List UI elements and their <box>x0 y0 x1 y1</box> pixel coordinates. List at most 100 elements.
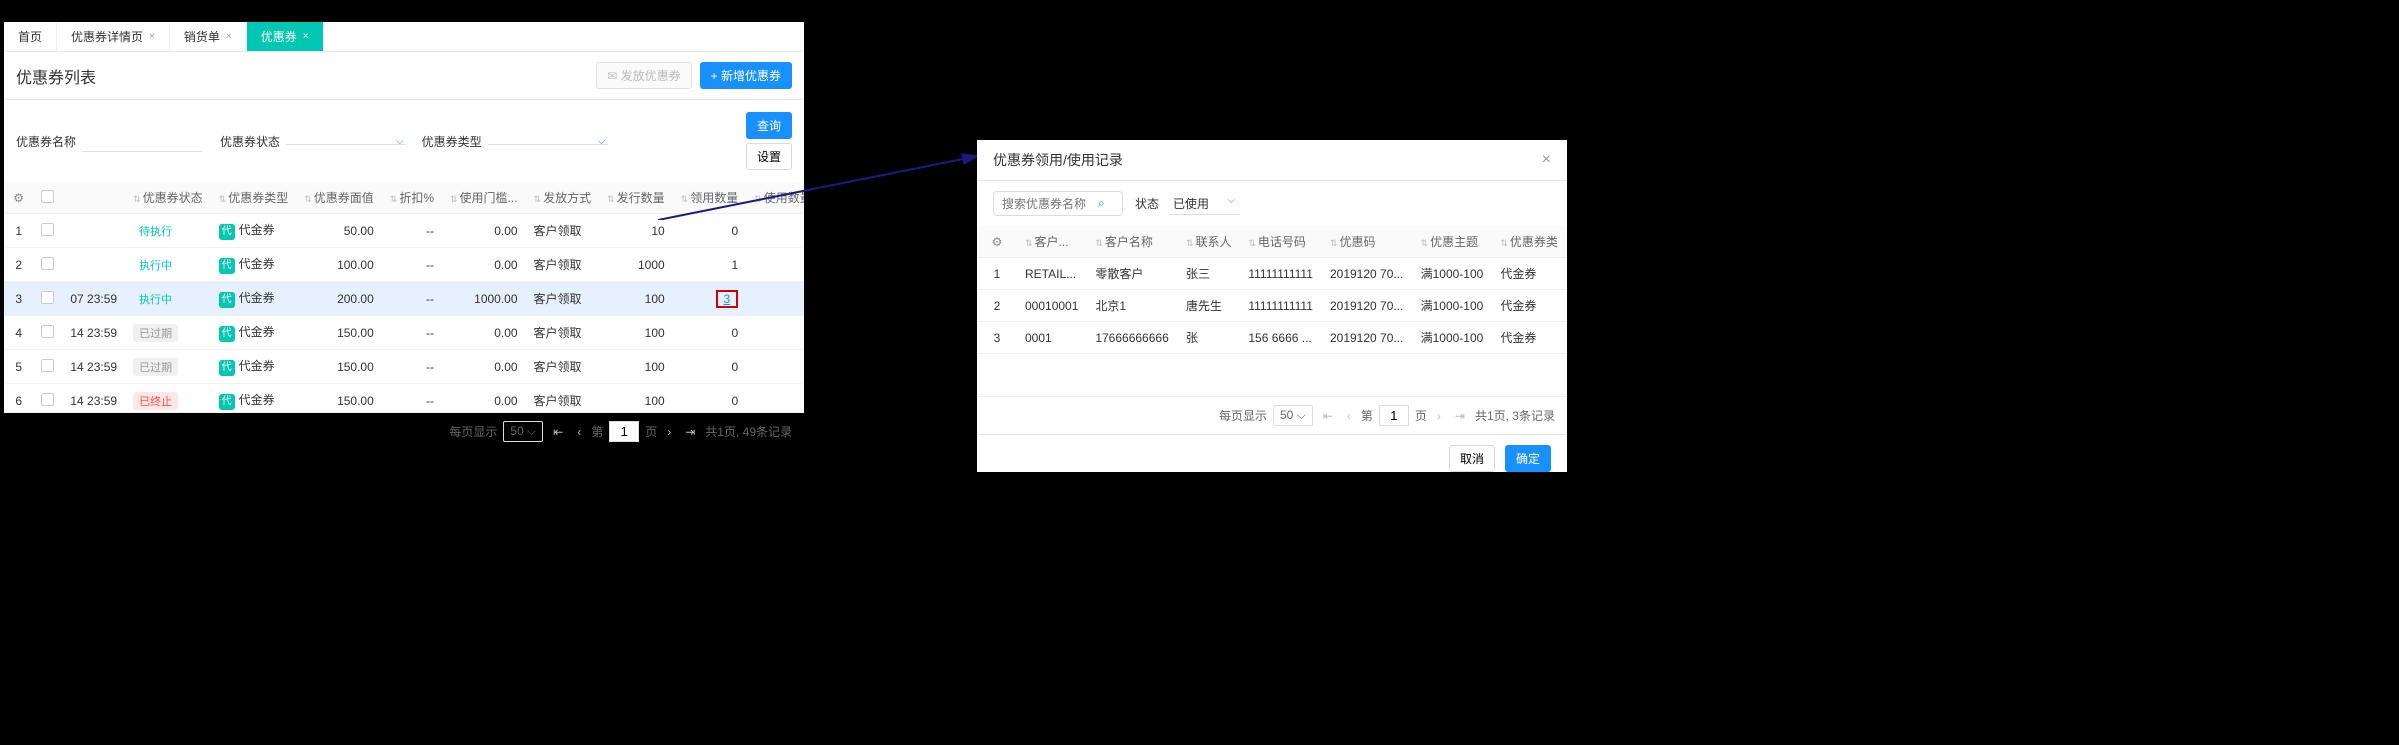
filter-type-label: 优惠券类型 <box>422 133 482 150</box>
col-status[interactable]: 优惠券状态 <box>125 182 211 214</box>
table-row[interactable]: 3 07 23:59 执行中 代代金券 200.00 -- 1000.00 客户… <box>4 282 804 316</box>
cell-dist: 客户领取 <box>526 248 600 282</box>
pagination-summary: 共1页, 49条记录 <box>705 423 792 440</box>
search-input[interactable] <box>1002 197 1092 211</box>
cell-issue: 100 <box>599 316 673 350</box>
search-icon: ⌕ <box>1098 196 1105 211</box>
page-input[interactable] <box>1379 405 1409 426</box>
next-page-button[interactable]: › <box>663 425 675 439</box>
query-button[interactable]: 查询 <box>746 112 792 139</box>
page-input[interactable] <box>609 421 639 442</box>
filter-type-select[interactable] <box>488 138 608 145</box>
col-coupon-code[interactable]: 优惠码 <box>1322 226 1413 258</box>
cell-time: 07 23:59 <box>62 282 125 316</box>
status-badge: 待执行 <box>133 222 178 240</box>
col-cust-code[interactable]: 客户... <box>1017 226 1087 258</box>
status-badge: 执行中 <box>133 290 178 308</box>
cell-category: 代金券 <box>1492 258 1567 290</box>
cell-type: 代代金券 <box>211 282 297 316</box>
cell-type: 代代金券 <box>211 384 297 413</box>
cell-issue: 10 <box>599 214 673 248</box>
cancel-button[interactable]: 取消 <box>1449 445 1495 472</box>
search-box[interactable]: ⌕ <box>993 191 1123 216</box>
prev-page-button[interactable]: ‹ <box>573 425 585 439</box>
cell-dist: 客户领取 <box>526 316 600 350</box>
col-dist-method[interactable]: 发放方式 <box>526 182 600 214</box>
per-page-select[interactable]: 50 ⌵ <box>503 421 543 442</box>
close-icon[interactable]: × <box>1542 151 1551 169</box>
modal-status-select[interactable]: 已使用 ⌵ <box>1169 193 1239 215</box>
col-category[interactable]: 优惠券类 <box>1492 226 1567 258</box>
tab-item[interactable]: 优惠券详情页× <box>57 22 170 51</box>
row-checkbox[interactable] <box>33 248 62 282</box>
row-checkbox[interactable] <box>33 384 62 413</box>
row-checkbox[interactable] <box>33 316 62 350</box>
row-checkbox[interactable] <box>33 214 62 248</box>
table-row[interactable]: 1 待执行 代代金券 50.00 -- 0.00 客户领取 10 0 0 ✎ ⧉ <box>4 214 804 248</box>
checkbox-icon <box>41 393 54 406</box>
table-row[interactable]: 4 14 23:59 已过期 代代金券 150.00 -- 0.00 客户领取 … <box>4 316 804 350</box>
table-row[interactable]: 1 RETAIL... 零散客户 张三 11111111111 2019120 … <box>977 258 1567 290</box>
col-threshold[interactable]: 使用门槛... <box>442 182 526 214</box>
cell-face: 150.00 <box>296 316 382 350</box>
confirm-button[interactable]: 确定 <box>1505 445 1551 472</box>
tab-label: 销货单 <box>184 28 220 45</box>
cell-threshold: 0.00 <box>442 350 526 384</box>
add-coupon-button[interactable]: + 新增优惠券 <box>700 62 792 89</box>
tab-item[interactable]: 销货单 × <box>170 22 247 51</box>
col-cust-name[interactable]: 客户名称 <box>1087 226 1178 258</box>
next-page-button[interactable]: › <box>1433 409 1445 423</box>
table-row[interactable]: 3 0001 17666666666 张 156 6666 ... 201912… <box>977 322 1567 354</box>
claim-count-link[interactable]: 3 <box>716 290 739 308</box>
last-page-button[interactable]: ⇥ <box>1451 409 1469 423</box>
col-discount[interactable]: 折扣% <box>382 182 442 214</box>
prev-page-button[interactable]: ‹ <box>1343 409 1355 423</box>
per-page-select[interactable]: 50 ⌵ <box>1273 405 1313 426</box>
cell-cust-code: RETAIL... <box>1017 258 1087 290</box>
close-icon[interactable]: × <box>303 31 309 42</box>
col-claim-qty[interactable]: 领用数量 <box>673 182 747 214</box>
per-page-label: 每页显示 <box>1219 407 1267 424</box>
cell-dist: 客户领取 <box>526 384 600 413</box>
col-contact[interactable]: 联系人 <box>1178 226 1240 258</box>
filter-name-input[interactable] <box>82 131 202 152</box>
cell-subject: 满1000-100 <box>1413 290 1493 322</box>
col-subject[interactable]: 优惠主题 <box>1413 226 1493 258</box>
table-row[interactable]: 2 执行中 代代金券 100.00 -- 0.00 客户领取 1000 1 0 … <box>4 248 804 282</box>
col-phone[interactable]: 电话号码 <box>1240 226 1322 258</box>
close-icon[interactable]: × <box>226 31 232 42</box>
settings-button[interactable]: 设置 <box>746 143 792 170</box>
col-issue-qty[interactable]: 发行数量 <box>599 182 673 214</box>
col-gear[interactable]: ⚙ <box>4 182 33 214</box>
col-face-value[interactable]: 优惠券面值 <box>296 182 382 214</box>
tab-item[interactable]: 首页 <box>4 22 57 51</box>
cell-threshold: 0.00 <box>442 316 526 350</box>
close-icon[interactable]: × <box>149 31 155 42</box>
table-row[interactable]: 6 14 23:59 已终止 代代金券 150.00 -- 0.00 客户领取 … <box>4 384 804 413</box>
table-row[interactable]: 5 14 23:59 已过期 代代金券 150.00 -- 0.00 客户领取 … <box>4 350 804 384</box>
col-use-qty[interactable]: 使用数量 <box>746 182 804 214</box>
col-gear[interactable]: ⚙ <box>977 226 1017 258</box>
first-page-button[interactable]: ⇤ <box>1319 409 1337 423</box>
filter-status-select[interactable] <box>286 138 406 145</box>
row-number: 6 <box>4 384 33 413</box>
cell-phone: 11111111111 <box>1240 258 1322 290</box>
col-checkbox[interactable] <box>33 182 62 214</box>
row-checkbox[interactable] <box>33 350 62 384</box>
tab-item[interactable]: 优惠券 × <box>247 22 324 51</box>
distribute-coupon-button[interactable]: ✉ 发放优惠券 <box>596 62 691 89</box>
cell-cust-name: 17666666666 <box>1087 322 1178 354</box>
table-row[interactable]: 2 00010001 北京1 唐先生 11111111111 2019120 7… <box>977 290 1567 322</box>
col-type[interactable]: 优惠券类型 <box>211 182 297 214</box>
send-icon: ✉ <box>607 69 617 83</box>
status-badge: 执行中 <box>133 256 178 274</box>
cell-phone: 156 6666 ... <box>1240 322 1322 354</box>
cell-issue: 100 <box>599 350 673 384</box>
pagination: 每页显示 50 ⌵ ⇤ ‹ 第 页 › ⇥ 共1页, 49条记录 <box>4 412 804 450</box>
last-page-button[interactable]: ⇥ <box>681 425 699 439</box>
coupon-table: ⚙ 优惠券状态 优惠券类型 优惠券面值 折扣% 使用门槛... 发放方式 发行数… <box>4 182 804 412</box>
cell-claim: 0 <box>673 214 747 248</box>
first-page-button[interactable]: ⇤ <box>549 425 567 439</box>
row-checkbox[interactable] <box>33 282 62 316</box>
tab-label: 优惠券 <box>261 28 297 45</box>
